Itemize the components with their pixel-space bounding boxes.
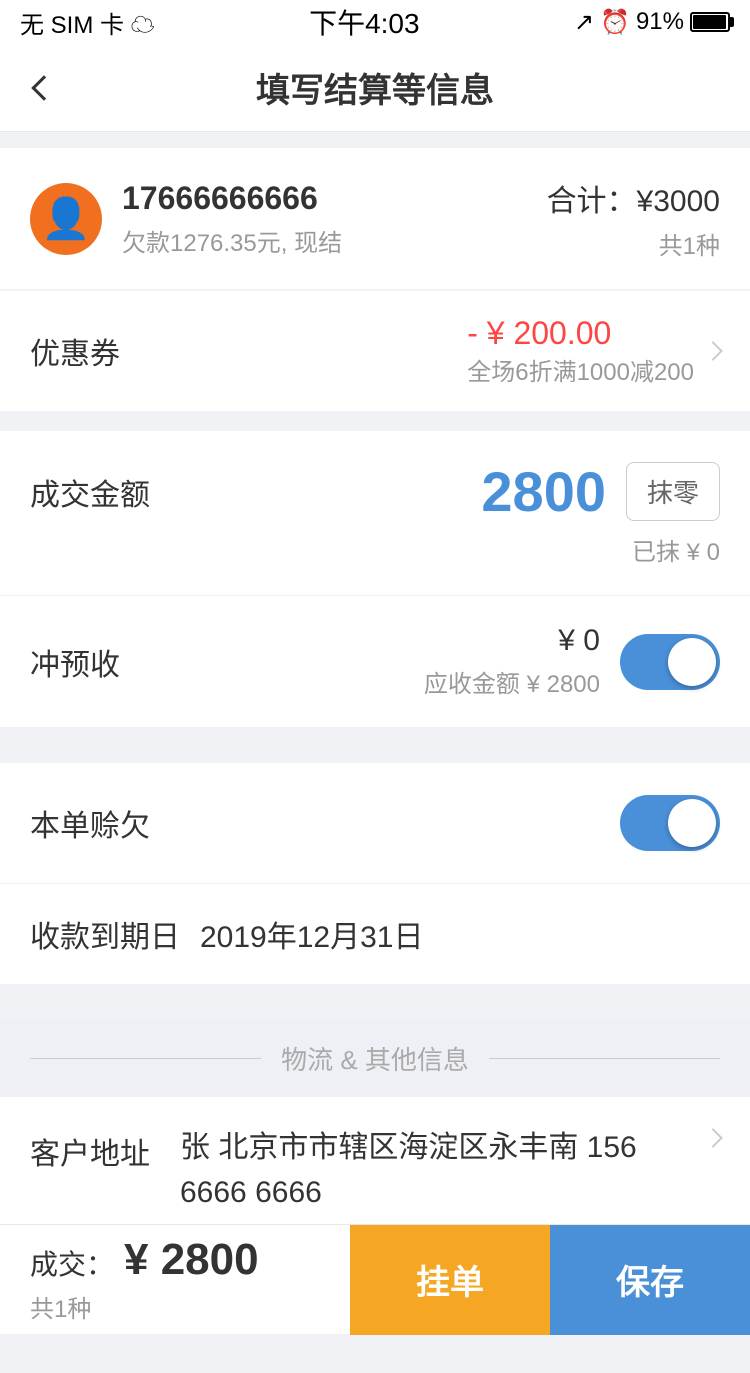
- chevron-right-icon: [703, 341, 723, 361]
- avatar-icon: 👤: [41, 195, 91, 242]
- duedate-value: 2019年12月31日: [200, 912, 423, 956]
- save-button[interactable]: 保存: [550, 1225, 750, 1335]
- coupon-right: - ¥ 200.00 全场6折满1000减200: [467, 315, 720, 387]
- total-count: 共1种: [547, 226, 720, 261]
- logistics-header: 物流 & 其他信息: [0, 1020, 750, 1097]
- address-label: 客户地址: [30, 1129, 150, 1173]
- prepay-toggle[interactable]: [620, 634, 720, 690]
- bottom-summary-sub: 共1种: [30, 1289, 320, 1324]
- debt-label: 本单赊欠: [30, 801, 150, 845]
- prepay-row: 冲预收 ¥ 0 应收金额 ¥ 2800: [30, 624, 720, 699]
- customer-phone: 17666666666: [122, 180, 342, 217]
- amount-section: 成交金额 2800 抹零 已抹 ¥ 0: [0, 431, 750, 595]
- coupon-row[interactable]: 优惠券 - ¥ 200.00 全场6折满1000减200: [0, 291, 750, 411]
- hold-button[interactable]: 挂单: [350, 1225, 550, 1335]
- logistics-text: 物流 & 其他信息: [261, 1040, 489, 1077]
- duedate-label: 收款到期日: [30, 912, 180, 956]
- prepay-right: ¥ 0 应收金额 ¥ 2800: [424, 624, 720, 699]
- address-chevron-icon: [703, 1128, 723, 1148]
- coupon-desc: 全场6折满1000减200: [467, 352, 694, 387]
- alarm-icon: ⏰: [600, 8, 630, 37]
- section-divider-1: [0, 411, 750, 431]
- bottom-summary-amount: ¥ 2800: [124, 1235, 259, 1285]
- sim-label: 无 SIM 卡 ☁: [20, 5, 155, 40]
- round-button[interactable]: 抹零: [626, 462, 720, 521]
- back-arrow-icon: [31, 75, 56, 100]
- debt-toggle[interactable]: [620, 795, 720, 851]
- amount-number: 2800: [481, 459, 606, 524]
- total-amount: 合计：¥3000: [547, 176, 720, 220]
- bottom-summary: 成交： ¥ 2800 共1种: [0, 1235, 350, 1324]
- duedate-section: 收款到期日 2019年12月31日: [0, 883, 750, 984]
- bottom-bar: 成交： ¥ 2800 共1种 挂单 保存: [0, 1224, 750, 1334]
- prepay-section: 冲预收 ¥ 0 应收金额 ¥ 2800: [0, 595, 750, 727]
- coupon-label: 优惠券: [30, 329, 120, 373]
- coupon-value-area: - ¥ 200.00 全场6折满1000减200: [467, 315, 694, 387]
- amount-row: 成交金额 2800 抹零: [30, 459, 720, 524]
- status-right: ↗ ⏰ 91%: [574, 8, 730, 37]
- address-section[interactable]: 客户地址 张 北京市市辖区海淀区永丰南 156 6666 6666: [0, 1097, 750, 1243]
- logistics-line-right: [489, 1058, 720, 1059]
- customer-right: 合计：¥3000 共1种: [547, 176, 720, 261]
- battery-icon: [690, 12, 730, 32]
- battery-percent: 91%: [636, 8, 684, 36]
- section-divider-2: [0, 727, 750, 747]
- debt-toggle-knob: [668, 799, 716, 847]
- customer-left: 👤 17666666666 欠款1276.35元, 现结: [30, 180, 342, 258]
- customer-sub: 欠款1276.35元, 现结: [122, 223, 342, 258]
- status-left: 无 SIM 卡 ☁: [20, 5, 155, 40]
- logistics-line-left: [30, 1058, 261, 1059]
- section-divider-3: [0, 984, 750, 1004]
- coupon-discount: - ¥ 200.00: [467, 315, 694, 352]
- bottom-summary-label: 成交：: [30, 1243, 114, 1283]
- page-header: 填写结算等信息: [0, 44, 750, 132]
- amount-label: 成交金额: [30, 470, 150, 514]
- page-title: 填写结算等信息: [256, 63, 494, 112]
- prepay-amount: ¥ 0: [424, 624, 600, 658]
- back-button[interactable]: [24, 68, 64, 108]
- amount-value-area: 2800 抹零: [481, 459, 720, 524]
- location-icon: ↗: [574, 8, 594, 37]
- amount-sub: 已抹 ¥ 0: [30, 532, 720, 567]
- avatar: 👤: [30, 183, 102, 255]
- prepay-sub: 应收金额 ¥ 2800: [424, 664, 600, 699]
- toggle-knob: [668, 638, 716, 686]
- status-bar: 无 SIM 卡 ☁ 下午4:03 ↗ ⏰ 91%: [0, 0, 750, 44]
- customer-card: 👤 17666666666 欠款1276.35元, 现结 合计：¥3000 共1…: [0, 148, 750, 289]
- prepay-value-area: ¥ 0 应收金额 ¥ 2800: [424, 624, 600, 699]
- address-chevron: [706, 1125, 720, 1145]
- bottom-summary-top: 成交： ¥ 2800: [30, 1235, 320, 1285]
- address-content: 张 北京市市辖区海淀区永丰南 156 6666 6666: [180, 1125, 706, 1215]
- customer-info: 17666666666 欠款1276.35元, 现结: [122, 180, 342, 258]
- debt-section: 本单赊欠: [0, 763, 750, 883]
- status-time: 下午4:03: [309, 2, 420, 42]
- prepay-label: 冲预收: [30, 640, 120, 684]
